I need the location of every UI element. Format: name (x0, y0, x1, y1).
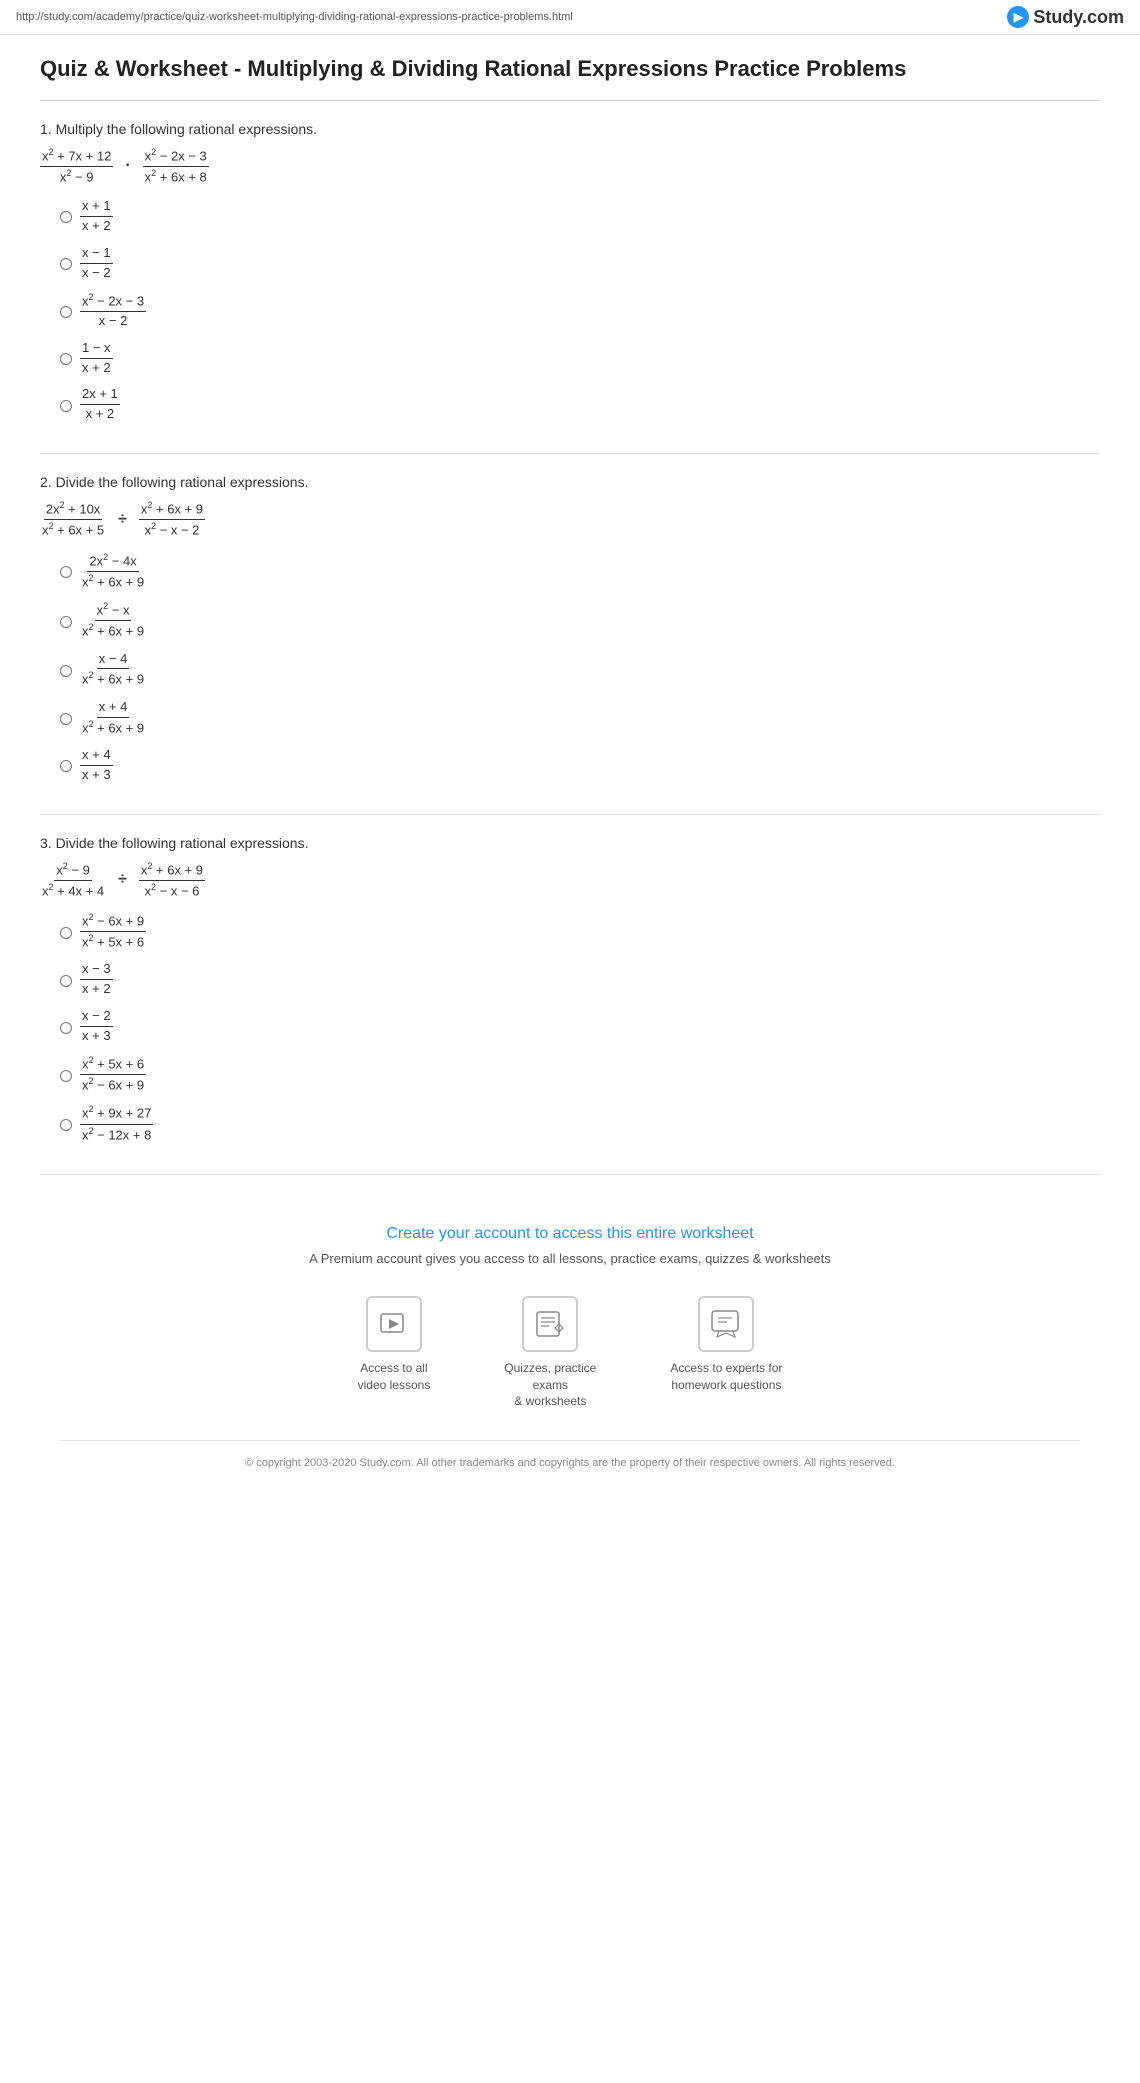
radio-icon[interactable] (60, 258, 72, 270)
radio-icon[interactable] (60, 760, 72, 772)
logo-text: Study.com (1033, 7, 1124, 28)
q1-choice-1[interactable]: x + 1 x + 2 (60, 198, 1100, 235)
feature-video: Access to allvideo lessons (358, 1296, 431, 1410)
question-1: 1. Multiply the following rational expre… (40, 121, 1100, 424)
feature-quizzes-label: Quizzes, practice exams& worksheets (490, 1360, 610, 1410)
q2-choice-5[interactable]: x + 4 x + 3 (60, 747, 1100, 784)
logo-icon: ▶ (1007, 6, 1029, 28)
main-content: Quiz & Worksheet - Multiplying & Dividin… (0, 35, 1140, 1532)
radio-icon[interactable] (60, 975, 72, 987)
radio-icon[interactable] (60, 927, 72, 939)
feature-video-label: Access to allvideo lessons (358, 1360, 431, 1394)
question-3: 3. Divide the following rational express… (40, 835, 1100, 1144)
radio-icon[interactable] (60, 1119, 72, 1131)
q2-op: ÷ (118, 511, 127, 529)
feature-experts: Access to experts forhomework questions (670, 1296, 782, 1410)
radio-icon[interactable] (60, 1022, 72, 1034)
features-list: Access to allvideo lessons Quizzes, prac… (60, 1296, 1080, 1410)
q1-choice-3[interactable]: x2 − 2x − 3 x − 2 (60, 292, 1100, 330)
experts-icon (698, 1296, 754, 1352)
radio-icon[interactable] (60, 306, 72, 318)
radio-icon[interactable] (60, 353, 72, 365)
radio-icon[interactable] (60, 400, 72, 412)
radio-icon[interactable] (60, 566, 72, 578)
copyright: © copyright 2003-2020 Study.com. All oth… (60, 1440, 1080, 1472)
q3-label: 3. Divide the following rational express… (40, 835, 1100, 851)
feature-quizzes: Quizzes, practice exams& worksheets (490, 1296, 610, 1410)
cta-title[interactable]: Create your account to access this entir… (60, 1225, 1080, 1243)
logo[interactable]: ▶ Study.com (1007, 6, 1124, 28)
q3-choice-5[interactable]: x2 + 9x + 27 x2 − 12x + 8 (60, 1104, 1100, 1143)
radio-icon[interactable] (60, 1070, 72, 1082)
q2-frac2: x2 + 6x + 9 x2 − x − 2 (139, 500, 205, 539)
radio-icon[interactable] (60, 211, 72, 223)
q2-frac1: 2x2 + 10x x2 + 6x + 5 (40, 500, 106, 539)
q2-problem: 2x2 + 10x x2 + 6x + 5 ÷ x2 + 6x + 9 x2 −… (40, 500, 1100, 539)
q1-frac1: x2 + 7x + 12 x2 − 9 (40, 147, 113, 186)
q2-choice-2[interactable]: x2 − x x2 + 6x + 9 (60, 601, 1100, 640)
q2-label: 2. Divide the following rational express… (40, 474, 1100, 490)
q1-choice-2[interactable]: x − 1 x − 2 (60, 245, 1100, 282)
q2-choice-4[interactable]: x + 4 x2 + 6x + 9 (60, 699, 1100, 737)
q1-choice-4[interactable]: 1 − x x + 2 (60, 340, 1100, 377)
q1-problem: x2 + 7x + 12 x2 − 9 · x2 − 2x − 3 x2 + 6… (40, 147, 1100, 186)
q1-choices: x + 1 x + 2 x − 1 x − 2 x2 − 2x − 3 x − … (60, 198, 1100, 423)
q1-op: · (125, 157, 130, 175)
q3-frac1: x2 − 9 x2 + 4x + 4 (40, 861, 106, 900)
cta-section: Create your account to access this entir… (40, 1195, 1100, 1492)
top-bar: http://study.com/academy/practice/quiz-w… (0, 0, 1140, 35)
q1-choice-5[interactable]: 2x + 1 x + 2 (60, 386, 1100, 423)
q1-frac2: x2 − 2x − 3 x2 + 6x + 8 (143, 147, 209, 186)
video-icon (366, 1296, 422, 1352)
radio-icon[interactable] (60, 665, 72, 677)
q3-choice-2[interactable]: x − 3 x + 2 (60, 961, 1100, 998)
page-title: Quiz & Worksheet - Multiplying & Dividin… (40, 55, 1100, 101)
q2-choice-3[interactable]: x − 4 x2 + 6x + 9 (60, 651, 1100, 689)
q1-label: 1. Multiply the following rational expre… (40, 121, 1100, 137)
q2-choice-1[interactable]: 2x2 − 4x x2 + 6x + 9 (60, 552, 1100, 591)
q3-problem: x2 − 9 x2 + 4x + 4 ÷ x2 + 6x + 9 x2 − x … (40, 861, 1100, 900)
question-2: 2. Divide the following rational express… (40, 474, 1100, 783)
feature-experts-label: Access to experts forhomework questions (670, 1360, 782, 1394)
q3-choice-4[interactable]: x2 + 5x + 6 x2 − 6x + 9 (60, 1055, 1100, 1094)
q2-choices: 2x2 − 4x x2 + 6x + 9 x2 − x x2 + 6x + 9 … (60, 552, 1100, 784)
radio-icon[interactable] (60, 713, 72, 725)
q3-choices: x2 − 6x + 9 x2 + 5x + 6 x − 3 x + 2 x − … (60, 912, 1100, 1144)
url-bar: http://study.com/academy/practice/quiz-w… (16, 11, 573, 23)
q3-op: ÷ (118, 871, 127, 889)
radio-icon[interactable] (60, 616, 72, 628)
quiz-icon (522, 1296, 578, 1352)
q3-choice-3[interactable]: x − 2 x + 3 (60, 1008, 1100, 1045)
q3-frac2: x2 + 6x + 9 x2 − x − 6 (139, 861, 205, 900)
q3-choice-1[interactable]: x2 − 6x + 9 x2 + 5x + 6 (60, 912, 1100, 951)
cta-subtitle: A Premium account gives you access to al… (60, 1251, 1080, 1266)
